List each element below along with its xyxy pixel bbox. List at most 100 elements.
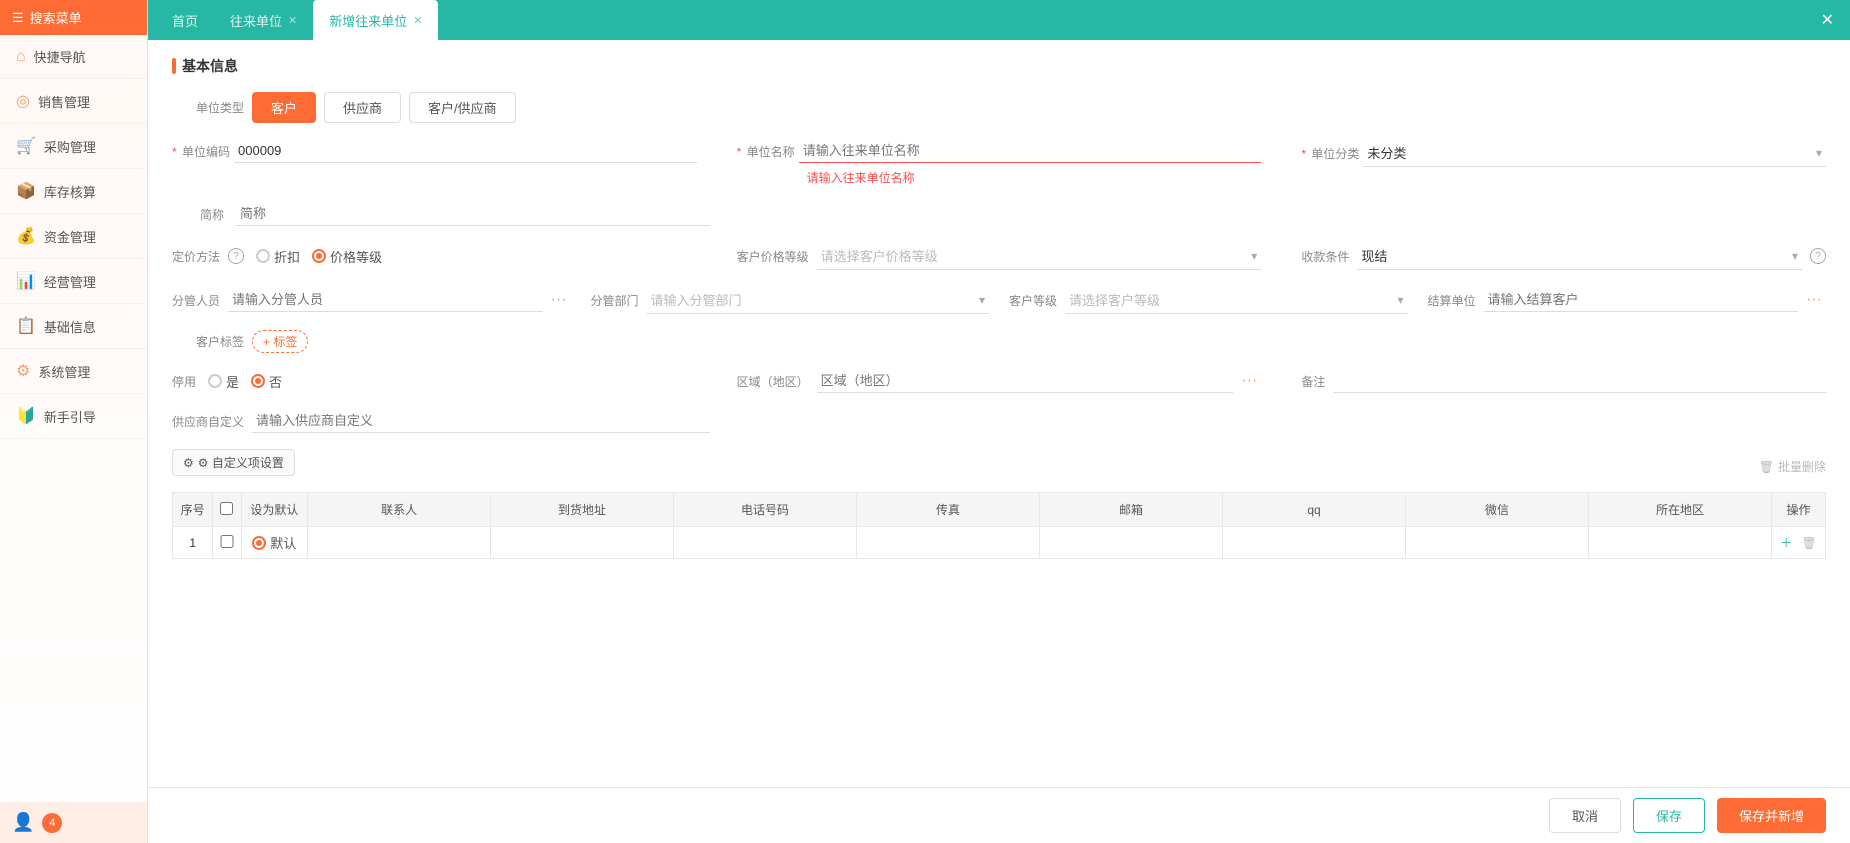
cancel-button[interactable]: 取消: [1549, 798, 1621, 833]
custom-settings-label: ⚙ 自定义项设置: [198, 454, 284, 471]
save-button[interactable]: 保存: [1633, 798, 1705, 833]
payment-terms-field: 收款条件 现结 ▾ ?: [1301, 242, 1826, 270]
inventory-icon: 📦: [16, 181, 36, 201]
sidebar-item-label: 资金管理: [44, 227, 96, 246]
radio-no[interactable]: 否: [251, 372, 282, 391]
row-checkbox[interactable]: [219, 535, 234, 548]
short-name-field: 简称: [172, 202, 710, 226]
contact-input[interactable]: [314, 536, 484, 550]
customer-price-level-field: 客户价格等级 请选择客户价格等级 ▾: [737, 242, 1262, 270]
department-select[interactable]: 请输入分管部门 ▾: [647, 286, 989, 314]
region-input[interactable]: [817, 369, 1234, 393]
sidebar-item-label: 系统管理: [38, 362, 90, 381]
unit-type-customer[interactable]: 客户: [252, 92, 316, 123]
tab-home[interactable]: 首页: [156, 0, 214, 40]
unit-type-both[interactable]: 客户/供应商: [409, 92, 516, 123]
required-star: *: [172, 145, 177, 159]
customer-price-level-select[interactable]: 请选择客户价格等级 ▾: [817, 242, 1262, 270]
td-qq[interactable]: [1223, 527, 1406, 559]
unit-type-supplier[interactable]: 供应商: [324, 92, 401, 123]
select-all-checkbox[interactable]: [220, 502, 233, 515]
unit-name-label: * 单位名称: [737, 143, 795, 160]
sidebar-item-finance[interactable]: 💰 资金管理: [0, 214, 147, 259]
radio-price-level[interactable]: 价格等级: [312, 247, 382, 266]
sidebar-item-label: 快捷导航: [34, 47, 86, 66]
td-wechat[interactable]: [1405, 527, 1588, 559]
manager-input[interactable]: [228, 288, 543, 312]
phone-input[interactable]: [680, 536, 850, 550]
gear-icon: ⚙: [183, 456, 194, 470]
tab-partners-close[interactable]: ✕: [288, 14, 297, 27]
unit-name-input[interactable]: [799, 139, 1262, 163]
sidebar-search[interactable]: ☰ 搜索菜单: [0, 0, 147, 35]
basic-icon: 📋: [16, 316, 36, 336]
batch-delete-button[interactable]: 🗑 批量删除: [1759, 458, 1826, 475]
manager-label: 分管人员: [172, 292, 220, 309]
sidebar-item-quick-nav[interactable]: ⌂ 快捷导航: [0, 35, 147, 79]
section-title-text: 基本信息: [182, 56, 238, 76]
payment-terms-select[interactable]: 现结 ▾: [1357, 242, 1802, 270]
radio-no-circle: [251, 374, 265, 388]
td-region[interactable]: [1588, 527, 1771, 559]
td-contact[interactable]: [308, 527, 491, 559]
sidebar-item-inventory[interactable]: 📦 库存核算: [0, 169, 147, 214]
td-email[interactable]: [1040, 527, 1223, 559]
radio-price-level-circle: [312, 249, 326, 263]
section-bar: [172, 58, 176, 74]
td-checkbox: [213, 527, 241, 559]
pricing-help-icon[interactable]: ?: [228, 248, 244, 264]
short-name-input[interactable]: [236, 202, 710, 226]
tab-new-partner-close[interactable]: ✕: [413, 14, 422, 27]
save-new-button[interactable]: 保存并新增: [1717, 798, 1826, 833]
sidebar-item-label: 库存核算: [44, 182, 96, 201]
sidebar-item-system[interactable]: ⚙ 系统管理: [0, 349, 147, 394]
radio-discount[interactable]: 折扣: [256, 247, 300, 266]
unit-code-input[interactable]: [234, 139, 697, 163]
unit-code-field: * 单位编码: [172, 139, 697, 163]
settlement-unit-input[interactable]: [1484, 288, 1799, 312]
manager-more-icon[interactable]: ···: [547, 291, 571, 309]
default-label: 默认: [270, 533, 296, 552]
notification-badge: 4: [42, 813, 62, 833]
custom-settings-button[interactable]: ⚙ ⚙ 自定义项设置: [172, 449, 295, 476]
radio-yes[interactable]: 是: [208, 372, 239, 391]
chevron-down-icon: ▾: [1816, 146, 1822, 160]
settlement-unit-label: 结算单位: [1428, 292, 1476, 309]
qq-input[interactable]: [1229, 536, 1399, 550]
department-label: 分管部门: [591, 292, 639, 309]
tab-partners[interactable]: 往来单位 ✕: [214, 0, 313, 40]
td-phone[interactable]: [674, 527, 857, 559]
td-address[interactable]: [491, 527, 674, 559]
payment-terms-help-icon[interactable]: ?: [1810, 248, 1826, 264]
sidebar-item-label: 新手引导: [44, 407, 96, 426]
remark-label: 备注: [1301, 373, 1325, 390]
settlement-more-icon[interactable]: ···: [1802, 291, 1826, 309]
td-fax[interactable]: [857, 527, 1040, 559]
window-close-button[interactable]: ✕: [1813, 10, 1842, 30]
manager-field: 分管人员 ···: [172, 288, 571, 312]
remark-input[interactable]: [1333, 369, 1826, 393]
sidebar-item-operations[interactable]: 📊 经营管理: [0, 259, 147, 304]
row-default-radio[interactable]: 默认: [248, 533, 301, 552]
tab-new-partner[interactable]: 新增往来单位 ✕: [313, 0, 438, 40]
add-tag-button[interactable]: + 标签: [252, 330, 308, 353]
region-more-icon[interactable]: ···: [1237, 372, 1261, 390]
supplier-custom-input[interactable]: [252, 409, 710, 433]
unit-category-select[interactable]: 未分类 ▾: [1363, 139, 1826, 167]
address-input[interactable]: [497, 536, 667, 550]
add-row-icon[interactable]: ＋: [1780, 536, 1792, 550]
sidebar-item-guide[interactable]: 🔰 新手引导: [0, 394, 147, 439]
delete-row-icon[interactable]: 🗑: [1802, 536, 1817, 550]
home-icon: ⌂: [16, 48, 26, 66]
sidebar-item-basic[interactable]: 📋 基础信息: [0, 304, 147, 349]
sidebar-item-purchase[interactable]: 🛒 采购管理: [0, 124, 147, 169]
wechat-input[interactable]: [1412, 536, 1582, 550]
email-input[interactable]: [1046, 536, 1216, 550]
unit-name-error: 请输入往来单位名称: [807, 169, 915, 186]
sales-icon: ◎: [16, 91, 30, 111]
sidebar-item-sales[interactable]: ◎ 销售管理: [0, 79, 147, 124]
fax-input[interactable]: [863, 536, 1033, 550]
row-region-input[interactable]: [1595, 536, 1765, 550]
customer-level-select[interactable]: 请选择客户等级 ▾: [1065, 286, 1407, 314]
tab-bar: 首页 往来单位 ✕ 新增往来单位 ✕ ✕: [148, 0, 1850, 40]
